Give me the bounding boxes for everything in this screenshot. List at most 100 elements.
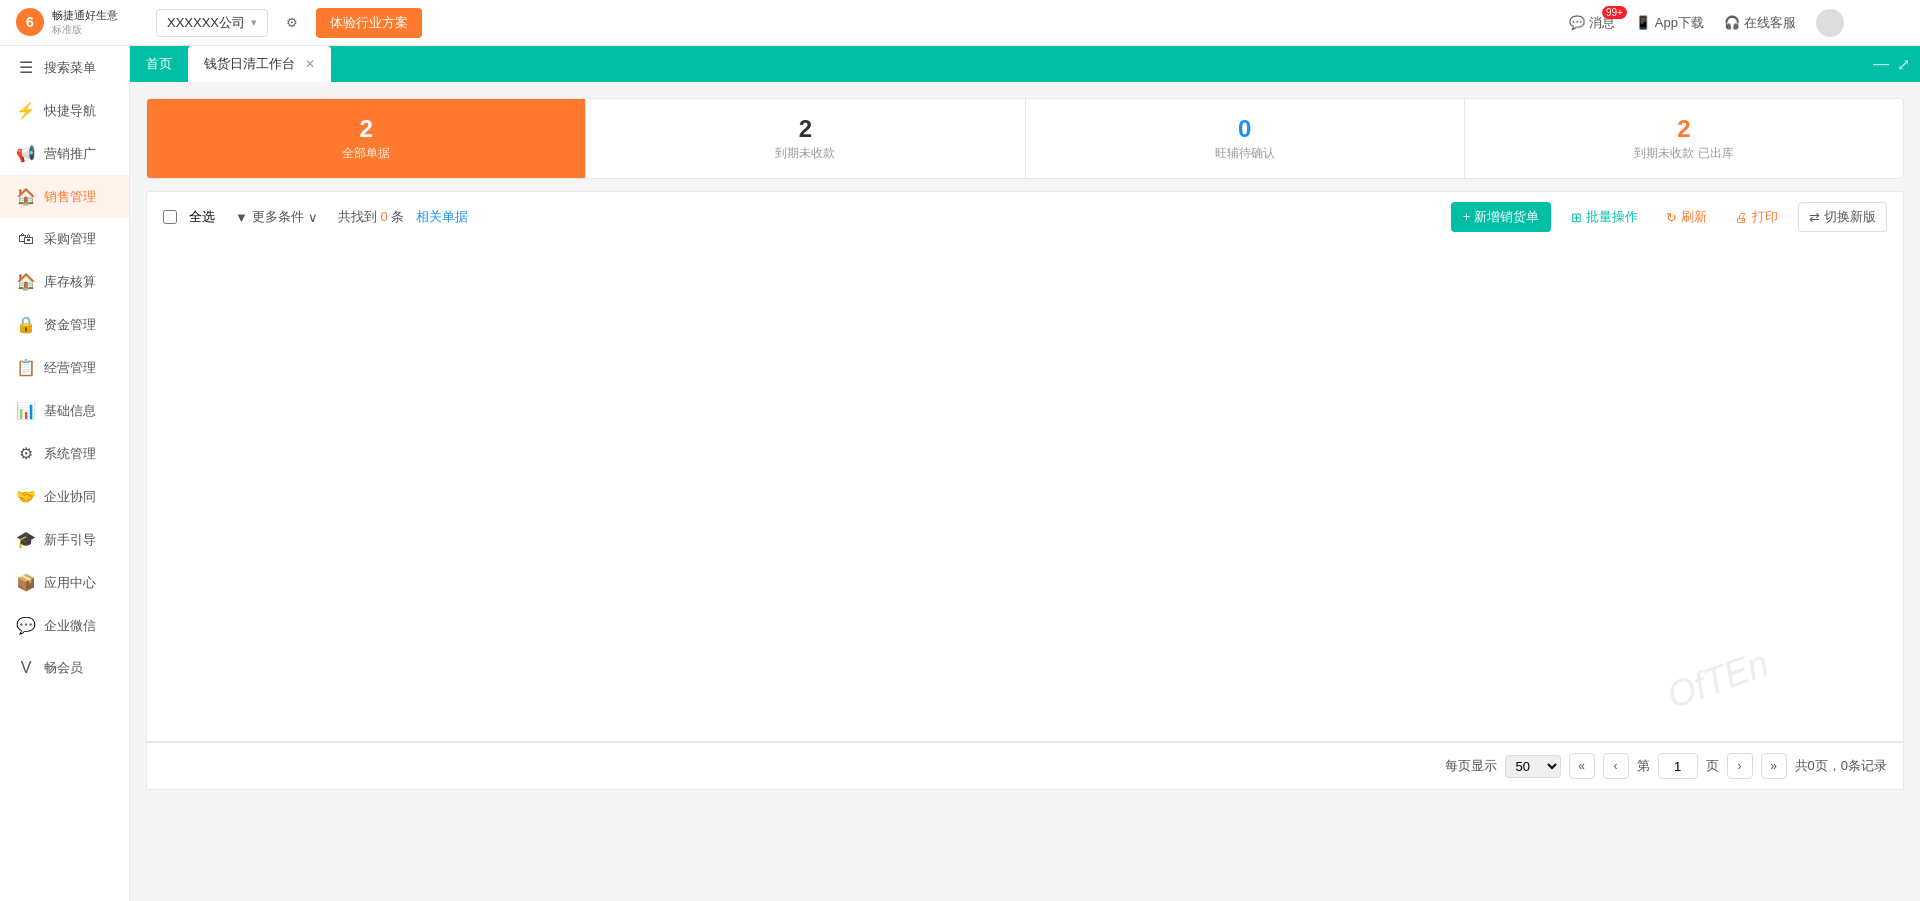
sidebar-item-finance[interactable]: 🔒 资金管理	[0, 303, 129, 346]
sidebar-label-weixin: 企业微信	[44, 617, 96, 635]
table-area	[146, 242, 1904, 742]
switch-new-version-button[interactable]: ⇄ 切换新版	[1798, 202, 1887, 232]
sidebar-label-sales: 销售管理	[44, 188, 96, 206]
print-label: 打印	[1752, 208, 1778, 226]
service-icon: 🎧	[1724, 15, 1740, 30]
stat-label-all: 全部单据	[171, 145, 561, 162]
company-selector[interactable]: XXXXXX公司 ▾	[156, 9, 268, 37]
sidebar-item-guide[interactable]: 🎓 新手引导	[0, 518, 129, 561]
count-prefix: 共找到	[338, 209, 377, 224]
refresh-button[interactable]: ↻ 刷新	[1658, 204, 1715, 230]
stat-number-overdue: 2	[610, 115, 1000, 143]
message-badge: 99+	[1602, 6, 1627, 19]
new-sales-order-button[interactable]: + 新增销货单	[1451, 202, 1551, 232]
filter-button[interactable]: ▼ 更多条件 ∨	[227, 204, 326, 230]
sidebar-item-system[interactable]: ⚙ 系统管理	[0, 432, 129, 475]
sidebar-item-operations[interactable]: 📋 经营管理	[0, 346, 129, 389]
sidebar-item-search[interactable]: ☰ 搜索菜单	[0, 46, 129, 89]
filter-icon: ▼	[235, 210, 248, 225]
sidebar-label-basic-info: 基础信息	[44, 402, 96, 420]
batch-operations-button[interactable]: ⊞ 批量操作	[1563, 204, 1646, 230]
stat-number-all: 2	[171, 115, 561, 143]
total-info: 共0页，0条记录	[1795, 757, 1887, 775]
sidebar-item-basic-info[interactable]: 📊 基础信息	[0, 389, 129, 432]
sidebar-label-app-center: 应用中心	[44, 574, 96, 592]
page-number-input[interactable]	[1658, 753, 1698, 779]
related-records-link[interactable]: 相关单据	[416, 208, 468, 226]
next-page-button[interactable]: ›	[1727, 753, 1753, 779]
first-page-button[interactable]: «	[1569, 753, 1595, 779]
count-text: 共找到 0 条	[338, 208, 404, 226]
stat-card-overdue[interactable]: 2 到期未收款	[586, 99, 1025, 178]
member-icon: V	[16, 659, 36, 677]
count-value: 0	[381, 209, 388, 224]
count-unit: 条	[391, 209, 404, 224]
finance-icon: 🔒	[16, 315, 36, 334]
app-download-button[interactable]: 📱 App下载	[1635, 14, 1704, 32]
next-page-icon: ›	[1738, 759, 1742, 773]
tab-home[interactable]: 首页	[130, 46, 188, 82]
prev-page-button[interactable]: ‹	[1603, 753, 1629, 779]
sidebar-label-member: 畅会员	[44, 659, 83, 677]
sidebar-label-purchase: 采购管理	[44, 230, 96, 248]
sidebar-item-quick-nav[interactable]: ⚡ 快捷导航	[0, 89, 129, 132]
tab-expand-button[interactable]: ⤢	[1897, 55, 1910, 74]
top-header: 6 畅捷通好生意 标准版 XXXXXX公司 ▾ ⚙ 体验行业方案 💬 消息 99…	[0, 0, 1920, 46]
select-all-checkbox[interactable]	[163, 210, 177, 224]
sidebar-item-app-center[interactable]: 📦 应用中心	[0, 561, 129, 604]
settings-button[interactable]: ⚙	[278, 9, 306, 37]
last-page-button[interactable]: »	[1761, 753, 1787, 779]
stat-number-overdue-shipped: 2	[1489, 115, 1879, 143]
page-size-select[interactable]: 50 100 200	[1505, 755, 1561, 778]
message-button[interactable]: 💬 消息 99+	[1569, 14, 1615, 32]
company-dropdown-arrow: ▾	[251, 16, 257, 29]
online-service-button[interactable]: 🎧 在线客服	[1724, 14, 1796, 32]
sidebar-item-purchase[interactable]: 🛍 采购管理	[0, 218, 129, 260]
sidebar-item-inventory[interactable]: 🏠 库存核算	[0, 260, 129, 303]
tab-close-icon[interactable]: ✕	[305, 57, 315, 71]
tab-workbench[interactable]: 钱货日清工作台 ✕	[188, 46, 331, 82]
sidebar-item-marketing[interactable]: 📢 营销推广	[0, 132, 129, 175]
batch-label: 批量操作	[1586, 208, 1638, 226]
avatar[interactable]	[1816, 9, 1844, 37]
stat-label-overdue: 到期未收款	[610, 145, 1000, 162]
app-download-label: App下载	[1655, 14, 1704, 32]
sidebar-item-cooperation[interactable]: 🤝 企业协同	[0, 475, 129, 518]
online-service-label: 在线客服	[1744, 14, 1796, 32]
stat-card-overdue-shipped[interactable]: 2 到期未收款 已出库	[1465, 99, 1903, 178]
app-center-icon: 📦	[16, 573, 36, 592]
tab-bar: 首页 钱货日清工作台 ✕ — ⤢	[130, 46, 1920, 82]
sidebar-item-weixin[interactable]: 💬 企业微信	[0, 604, 129, 647]
print-icon: 🖨	[1735, 210, 1748, 225]
sidebar-label-cooperation: 企业协同	[44, 488, 96, 506]
experience-button[interactable]: 体验行业方案	[316, 8, 422, 38]
sidebar-label-search: 搜索菜单	[44, 59, 96, 77]
tab-workbench-label: 钱货日清工作台	[204, 55, 295, 73]
sidebar-label-guide: 新手引导	[44, 531, 96, 549]
sidebar-item-sales[interactable]: 🏠 销售管理	[0, 175, 129, 218]
stat-label-overdue-shipped: 到期未收款 已出库	[1489, 145, 1879, 162]
logo-area: 6 畅捷通好生意 标准版	[16, 8, 146, 36]
gear-icon: ⚙	[286, 15, 298, 30]
logo-icon: 6	[16, 8, 44, 36]
logo-text: 畅捷通好生意	[52, 8, 118, 22]
weixin-icon: 💬	[16, 616, 36, 635]
print-button[interactable]: 🖨 打印	[1727, 204, 1786, 230]
stat-card-all[interactable]: 2 全部单据	[147, 99, 586, 178]
refresh-icon: ↻	[1666, 210, 1677, 225]
purchase-icon: 🛍	[16, 230, 36, 248]
refresh-label: 刷新	[1681, 208, 1707, 226]
tab-minimize-button[interactable]: —	[1873, 55, 1889, 73]
page-prefix-label: 第	[1637, 757, 1650, 775]
sidebar-item-member[interactable]: V 畅会员	[0, 647, 129, 689]
search-menu-icon: ☰	[16, 58, 36, 77]
select-all-label: 全选	[189, 208, 215, 226]
toolbar-right: + 新增销货单 ⊞ 批量操作 ↻ 刷新 🖨 打印 ⇄ 切换新版	[1451, 202, 1887, 232]
avatar-name[interactable]	[1864, 9, 1904, 37]
page-size-label: 每页显示	[1445, 757, 1497, 775]
app-download-icon: 📱	[1635, 15, 1651, 30]
pagination-bar: 每页显示 50 100 200 « ‹ 第 页 › » 共0页，0条记录	[146, 742, 1904, 790]
prev-page-icon: ‹	[1614, 759, 1618, 773]
stat-card-pending[interactable]: 0 旺辅待确认	[1026, 99, 1465, 178]
sidebar-label-finance: 资金管理	[44, 316, 96, 334]
